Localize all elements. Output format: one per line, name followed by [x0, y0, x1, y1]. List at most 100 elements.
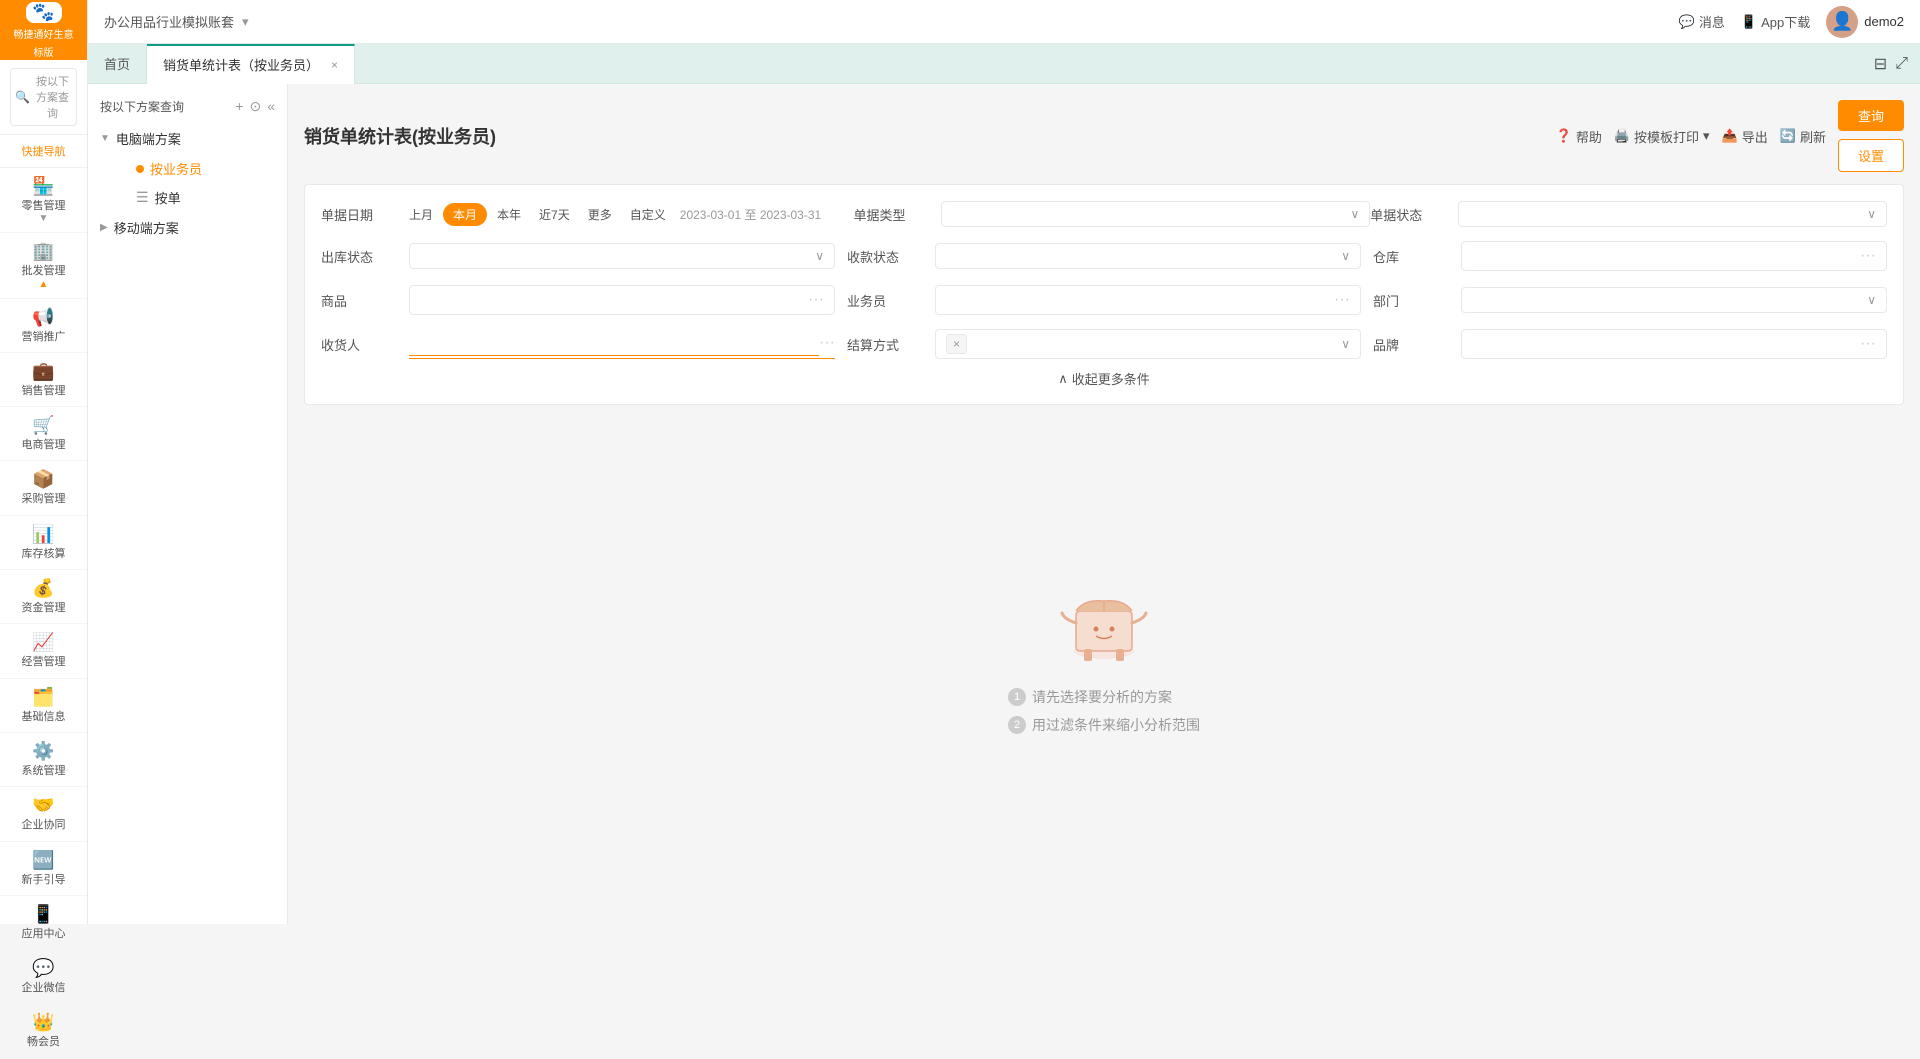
sidebar-item-basic[interactable]: 🗂️ 基础信息 — [0, 679, 87, 733]
doc-status-select[interactable]: ∨ — [1458, 201, 1887, 227]
date-btn-thisyear[interactable]: 本年 — [489, 203, 529, 226]
payment-tag-close[interactable]: × — [953, 337, 960, 351]
receipt-status-arrow: ∨ — [1341, 249, 1350, 263]
sidebar-item-operations[interactable]: 📈 经营管理 — [0, 624, 87, 678]
add-scheme-button[interactable]: + — [235, 98, 243, 115]
sidebar-item-member[interactable]: 👑 畅会员 — [0, 1004, 87, 1058]
sidebar-item-inventory[interactable]: 📊 库存核算 — [0, 516, 87, 570]
filter-row-3: 商品 ··· 业务员 ··· 部门 — [321, 285, 1887, 315]
payment-select[interactable]: × ∨ — [935, 329, 1361, 359]
username-label: demo2 — [1864, 14, 1904, 29]
collapse-button[interactable]: ∧ 收起更多条件 — [1058, 369, 1150, 388]
brand-label: 品牌 — [1373, 335, 1453, 354]
doc-type-section: 单据类型 ∨ — [853, 201, 1370, 227]
sidebar-item-newuser[interactable]: 🆕 新手引导 — [0, 842, 87, 896]
sidebar-item-wholesale[interactable]: 🏢 批发管理 ▲ — [0, 233, 87, 298]
print-button[interactable]: 🖨️ 按模板打印 ▾ — [1614, 127, 1710, 146]
message-button[interactable]: 💬 消息 — [1679, 12, 1725, 31]
receiver-dots[interactable]: ··· — [819, 334, 835, 352]
logo-area: 🐾 畅捷通好生意 标版 — [0, 0, 87, 60]
tab-close-button[interactable]: × — [331, 58, 338, 72]
edit-scheme-button[interactable]: ⊙ — [249, 98, 261, 115]
refresh-button[interactable]: 🔄 刷新 — [1780, 127, 1826, 146]
sidebar-item-enterprise[interactable]: 🤝 企业协同 — [0, 787, 87, 841]
doc-type-select[interactable]: ∨ — [941, 201, 1370, 227]
sidebar-item-sales[interactable]: 💼 销售管理 — [0, 353, 87, 407]
sidebar-item-finance[interactable]: 💰 资金管理 — [0, 570, 87, 624]
top-header: 办公用品行业模拟账套 ▾ 💬 消息 📱 App下载 👤 demo2 — [88, 0, 1920, 44]
tree-child-salesman[interactable]: 按业务员 — [112, 154, 287, 183]
salesman-select[interactable]: ··· — [935, 285, 1361, 315]
query-button[interactable]: 查询 — [1838, 100, 1904, 131]
empty-tip-2: 2 用过滤条件来缩小分析范围 — [1008, 715, 1200, 735]
app-download-button[interactable]: 📱 App下载 — [1741, 12, 1810, 31]
newuser-icon: 🆕 — [32, 850, 54, 871]
tree-pc-children: 按业务员 ☰ 按单 — [88, 154, 287, 212]
date-btn-lastmonth[interactable]: 上月 — [401, 203, 441, 226]
doc-status-label: 单据状态 — [1370, 205, 1450, 224]
left-panel-title: 按以下方案查询 — [100, 98, 184, 115]
inventory-icon: 📊 — [32, 524, 54, 545]
user-area[interactable]: 👤 demo2 — [1826, 6, 1904, 38]
brand-section: 品牌 ··· — [1373, 329, 1887, 359]
empty-illustration — [1054, 571, 1154, 671]
tab-minimize-button[interactable]: ⊟ — [1874, 54, 1887, 74]
sidebar-item-ecom[interactable]: 🛒 电商管理 — [0, 407, 87, 461]
download-icon: 📱 — [1741, 14, 1757, 30]
settings-button[interactable]: 设置 — [1838, 139, 1904, 172]
suite-title: 办公用品行业模拟账套 — [104, 12, 234, 31]
warehouse-section: 仓库 ··· — [1373, 241, 1887, 271]
sidebar-item-purchase[interactable]: 📦 采购管理 — [0, 461, 87, 515]
warehouse-select[interactable]: ··· — [1461, 241, 1887, 271]
collapse-icon: ∧ — [1058, 371, 1068, 387]
tree-mobile-item[interactable]: ▶ 移动端方案 — [88, 212, 287, 243]
sidebar-item-wechat[interactable]: 💬 企业微信 — [0, 950, 87, 1004]
department-select[interactable]: ∨ — [1461, 287, 1887, 313]
message-icon: 💬 — [1679, 14, 1695, 30]
suite-dropdown-icon[interactable]: ▾ — [242, 14, 249, 30]
tree-order-icon: ☰ — [136, 189, 149, 206]
help-icon: ❓ — [1556, 128, 1572, 144]
date-btn-7days[interactable]: 近7天 — [531, 203, 578, 226]
print-dropdown-icon[interactable]: ▾ — [1703, 128, 1710, 144]
receipt-status-label: 收款状态 — [847, 247, 927, 266]
brand-select[interactable]: ··· — [1461, 329, 1887, 359]
tab-expand-button[interactable]: ⤢ — [1895, 55, 1908, 73]
receiver-input[interactable] — [409, 330, 819, 356]
sidebar-item-retail[interactable]: 🏪 零售管理 ▼ — [0, 168, 87, 233]
tree-child-order[interactable]: ☰ 按单 — [112, 183, 287, 212]
quick-nav-label[interactable]: 快捷导航 — [8, 139, 79, 163]
out-status-label: 出库状态 — [321, 247, 401, 266]
sidebar-item-appcenter[interactable]: 📱 应用中心 — [0, 896, 87, 950]
sidebar-item-system[interactable]: ⚙️ 系统管理 — [0, 733, 87, 787]
help-button[interactable]: ❓ 帮助 — [1556, 127, 1602, 146]
search-menu-label: 按以下方案查询 — [33, 73, 72, 121]
tab-active[interactable]: 销货单统计表（按业务员） × — [147, 44, 355, 84]
date-btn-custom[interactable]: 自定义 — [622, 203, 674, 226]
out-status-select[interactable]: ∨ — [409, 243, 835, 269]
tree-pc-item[interactable]: ▼ 电脑端方案 — [88, 123, 287, 154]
appcenter-icon: 📱 — [32, 904, 54, 925]
payment-tag: × — [946, 334, 967, 354]
sidebar-item-marketing[interactable]: 📢 营销推广 — [0, 299, 87, 353]
page-title-row: 销货单统计表(按业务员) ❓ 帮助 🖨️ 按模板打印 ▾ 📤 导出 — [304, 100, 1904, 172]
search-icon: 🔍 — [15, 90, 30, 104]
empty-svg — [1054, 571, 1154, 671]
export-button[interactable]: 📤 导出 — [1722, 127, 1768, 146]
tree-pc-section: ▼ 电脑端方案 按业务员 ☰ 按单 — [88, 123, 287, 212]
search-menu-button[interactable]: 🔍 按以下方案查询 — [10, 68, 77, 126]
empty-tips: 1 请先选择要分析的方案 2 用过滤条件来缩小分析范围 — [1008, 687, 1200, 743]
date-btn-more[interactable]: 更多 — [580, 203, 620, 226]
date-btn-thismonth[interactable]: 本月 — [443, 203, 487, 226]
collapse-panel-button[interactable]: « — [267, 98, 275, 115]
receipt-status-select[interactable]: ∨ — [935, 243, 1361, 269]
export-icon: 📤 — [1722, 128, 1738, 144]
empty-state: 1 请先选择要分析的方案 2 用过滤条件来缩小分析范围 — [304, 405, 1904, 908]
left-panel: 按以下方案查询 + ⊙ « ▼ 电脑端方案 按业务员 — [88, 84, 288, 924]
enterprise-icon: 🤝 — [32, 795, 54, 816]
goods-select[interactable]: ··· — [409, 285, 835, 315]
tab-home[interactable]: 首页 — [88, 44, 147, 84]
refresh-label: 刷新 — [1800, 127, 1826, 146]
doc-status-section: 单据状态 ∨ — [1370, 201, 1887, 227]
tab-home-label: 首页 — [104, 54, 130, 73]
